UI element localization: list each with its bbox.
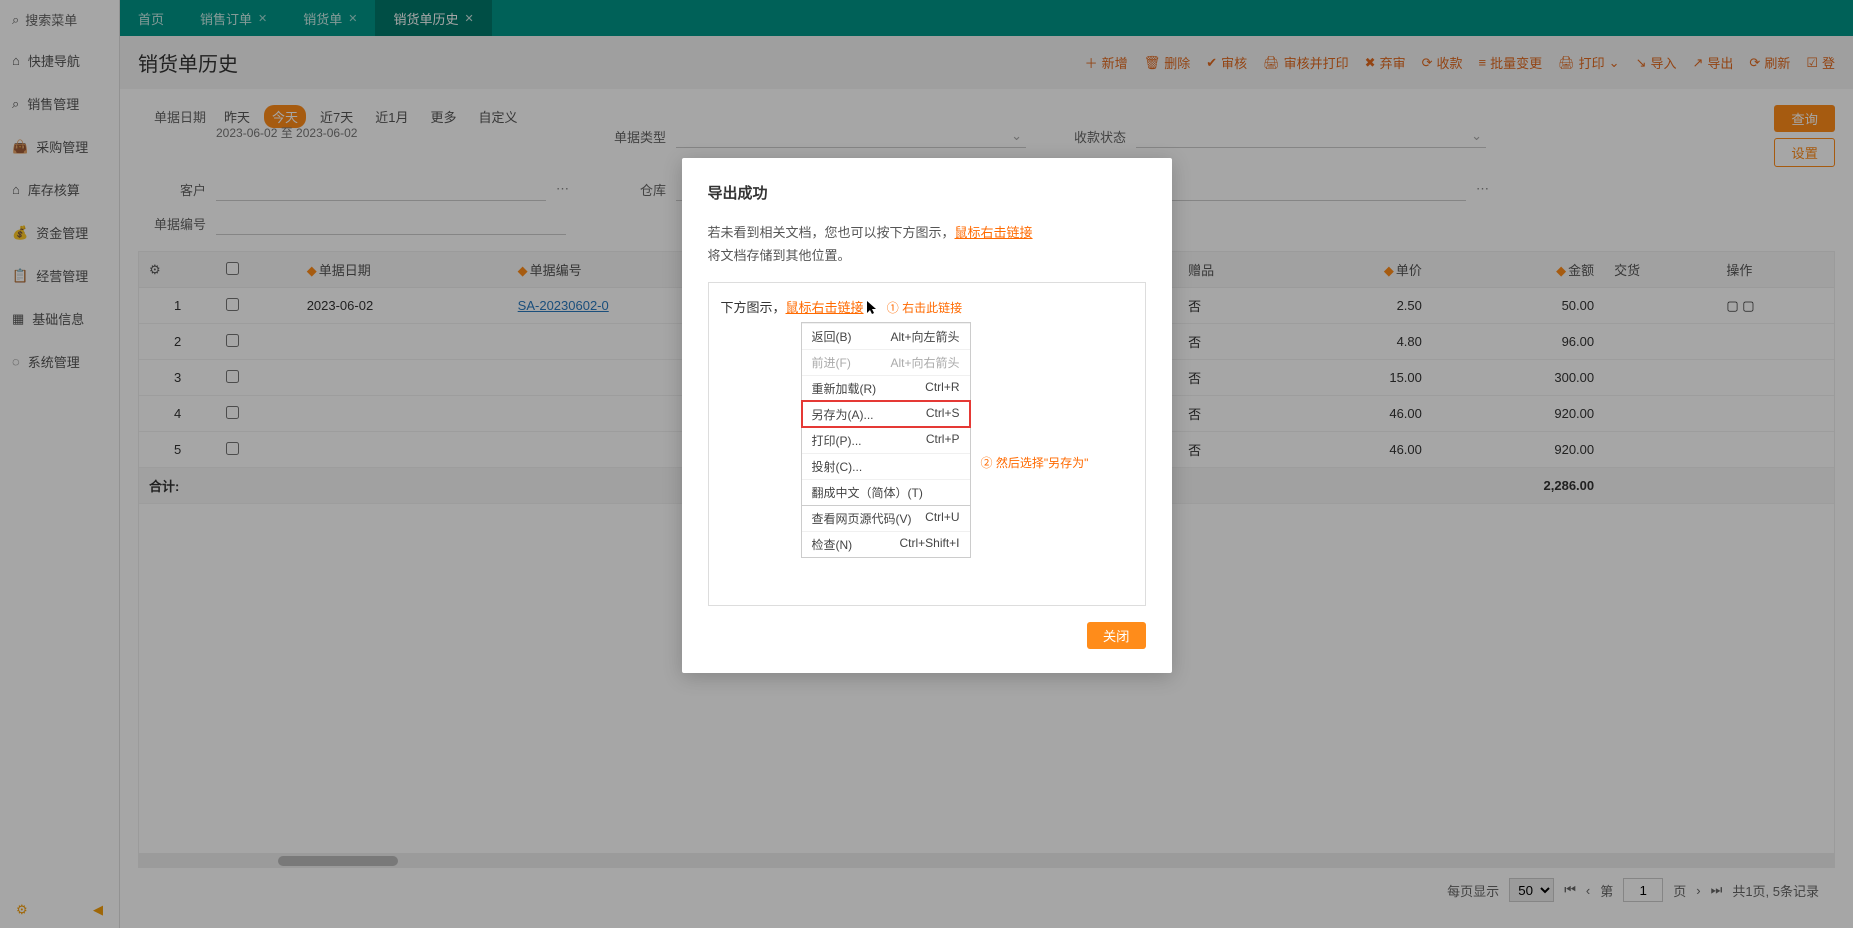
ctx-item-打印(P)...: 打印(P)...Ctrl+P	[802, 427, 970, 453]
export-success-modal: 导出成功 若未看到相关文档，您也可以按下方图示，鼠标右击链接 将文档存储到其他位…	[682, 158, 1172, 673]
guide-box: 下方图示，鼠标右击链接 ① 右击此链接 返回(B)Alt+向左箭头前进(F)Al…	[708, 282, 1146, 606]
guide-link: 鼠标右击链接	[786, 300, 864, 315]
tip-2: ② 然后选择"另存为"	[981, 454, 1393, 471]
ctx-item-投射(C)...: 投射(C)...	[802, 453, 970, 479]
modal-overlay: 导出成功 若未看到相关文档，您也可以按下方图示，鼠标右击链接 将文档存储到其他位…	[0, 0, 1853, 928]
ctx-item-返回(B): 返回(B)Alt+向左箭头	[802, 323, 970, 349]
context-menu: 返回(B)Alt+向左箭头前进(F)Alt+向右箭头重新加载(R)Ctrl+R另…	[801, 322, 971, 558]
close-button[interactable]: 关闭	[1087, 622, 1146, 649]
cursor-icon	[867, 301, 877, 315]
ctx-item-检查(N): 检查(N)Ctrl+Shift+I	[802, 531, 970, 557]
ctx-item-另存为(A)...: 另存为(A)...Ctrl+S	[802, 401, 970, 427]
ctx-item-翻成中文（简体）(T): 翻成中文（简体）(T)	[802, 479, 970, 505]
tip-1: ① 右击此链接	[887, 301, 962, 315]
right-click-link[interactable]: 鼠标右击链接	[955, 225, 1033, 240]
ctx-item-查看网页源代码(V): 查看网页源代码(V)Ctrl+U	[802, 505, 970, 531]
modal-title: 导出成功	[708, 182, 1146, 203]
ctx-item-前进(F): 前进(F)Alt+向右箭头	[802, 349, 970, 375]
ctx-item-重新加载(R): 重新加载(R)Ctrl+R	[802, 375, 970, 401]
modal-text: 若未看到相关文档，您也可以按下方图示，鼠标右击链接 将文档存储到其他位置。	[708, 221, 1146, 268]
